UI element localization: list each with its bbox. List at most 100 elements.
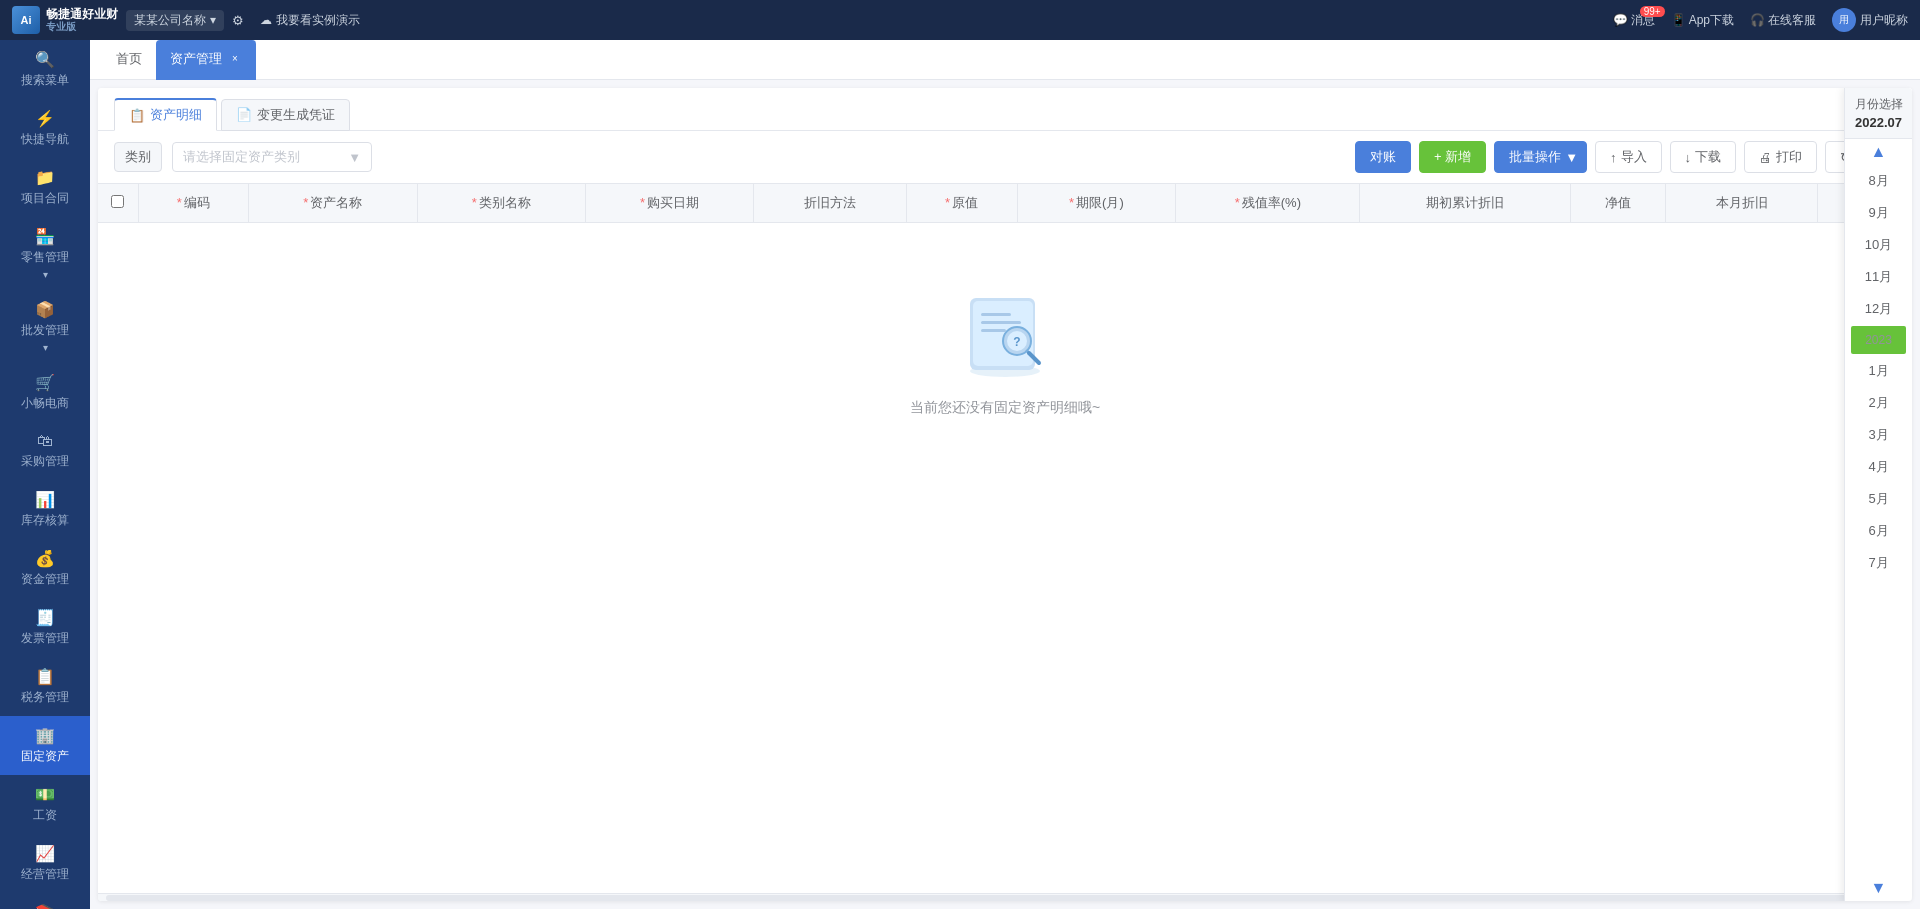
reconcile-button[interactable]: 对账 — [1355, 141, 1411, 173]
asset-detail-tab-icon: 📋 — [129, 108, 145, 123]
message-button[interactable]: 💬 消息 99+ — [1613, 12, 1655, 29]
company-selector[interactable]: 某某公司名称 ▾ — [126, 10, 224, 31]
svg-rect-4 — [981, 321, 1021, 324]
sidebar-item-inventory[interactable]: 📊 库存核算 — [0, 480, 90, 539]
print-icon: 🖨 — [1759, 150, 1772, 165]
sidebar-item-wholesale[interactable]: 📦 批发管理 ▾ — [0, 290, 90, 363]
batch-label: 批量操作 — [1509, 148, 1561, 166]
col-category: *类别名称 — [417, 184, 585, 223]
tab-home-label: 首页 — [116, 50, 142, 68]
sidebar-label-finance: 资金管理 — [21, 571, 69, 588]
online-service-button[interactable]: 🎧 在线客服 — [1750, 12, 1816, 29]
invoice-icon: 🧾 — [35, 608, 55, 627]
category-filter-select[interactable]: 请选择固定资产类别 ▼ — [172, 142, 372, 172]
table-wrapper: *编码 *资产名称 *类别名称 *购买日期 折旧方法 *原值 *期限(月) *残… — [98, 184, 1912, 893]
col-monthly-depreciation: 本月折旧 — [1665, 184, 1818, 223]
month-1[interactable]: 1月 — [1845, 355, 1912, 387]
wholesale-icon: 📦 — [35, 300, 55, 319]
main-layout: 🔍 搜索菜单 ⚡ 快捷导航 📁 项目合同 🏪 零售管理 ▾ 📦 批发管理 ▾ 🛒… — [0, 40, 1920, 909]
bottom-scrollbar[interactable] — [98, 893, 1912, 901]
sidebar-item-ecommerce[interactable]: 🛒 小畅电商 — [0, 363, 90, 422]
month-nav-up[interactable]: ▲ — [1845, 139, 1912, 165]
demo-link[interactable]: ☁ 我要看实例演示 — [260, 12, 360, 29]
app-download-button[interactable]: 📱 App下载 — [1671, 12, 1734, 29]
month-9[interactable]: 9月 — [1845, 197, 1912, 229]
tab-close-button[interactable]: × — [228, 52, 242, 66]
salary-icon: 💵 — [35, 785, 55, 804]
headset-icon: 🎧 — [1750, 13, 1765, 27]
retail-icon: 🏪 — [35, 227, 55, 246]
svg-rect-5 — [981, 329, 1006, 332]
app-download-text: App下载 — [1689, 12, 1734, 29]
search-icon: 🔍 — [35, 50, 55, 69]
sub-tab-asset-detail[interactable]: 📋 资产明细 — [114, 98, 217, 131]
tab-home[interactable]: 首页 — [102, 40, 156, 80]
month-panel-title: 月份选择 2022.07 — [1845, 88, 1912, 139]
sidebar-item-search[interactable]: 🔍 搜索菜单 — [0, 40, 90, 99]
finance-icon: 💰 — [35, 549, 55, 568]
sidebar-item-purchase[interactable]: 🛍 采购管理 — [0, 422, 90, 480]
add-button[interactable]: + 新增 — [1419, 141, 1486, 173]
empty-illustration: ? — [945, 283, 1065, 383]
filter-placeholder: 请选择固定资产类别 — [183, 148, 300, 166]
print-button[interactable]: 🖨 打印 — [1744, 141, 1817, 173]
tab-bar: 首页 资产管理 × — [90, 40, 1920, 80]
sidebar-item-invoice[interactable]: 🧾 发票管理 — [0, 598, 90, 657]
user-avatar[interactable]: 用 用户昵称 — [1832, 8, 1908, 32]
quicknav-icon: ⚡ — [35, 109, 55, 128]
retail-arrow-icon: ▾ — [43, 269, 48, 280]
phone-icon: 📱 — [1671, 13, 1686, 27]
import-button[interactable]: ↑ 导入 — [1595, 141, 1662, 173]
sidebar-item-fixed-assets[interactable]: 🏢 固定资产 — [0, 716, 90, 775]
col-purchase-date: *购买日期 — [585, 184, 753, 223]
month-4[interactable]: 4月 — [1845, 451, 1912, 483]
settings-button[interactable]: ⚙ — [232, 13, 244, 28]
month-12[interactable]: 12月 — [1845, 293, 1912, 325]
month-11[interactable]: 11月 — [1845, 261, 1912, 293]
download-label: 下载 — [1695, 148, 1721, 166]
header-right-actions: 💬 消息 99+ 📱 App下载 🎧 在线客服 用 用户昵称 — [1613, 8, 1908, 32]
avatar-circle: 用 — [1832, 8, 1856, 32]
svg-rect-3 — [981, 313, 1011, 316]
online-service-text: 在线客服 — [1768, 12, 1816, 29]
sidebar-item-salary[interactable]: 💵 工资 — [0, 775, 90, 834]
sidebar-item-finance[interactable]: 💰 资金管理 — [0, 539, 90, 598]
sidebar-item-general-ledger[interactable]: 📚 总账管理 — [0, 893, 90, 909]
month-2[interactable]: 2月 — [1845, 387, 1912, 419]
month-7[interactable]: 7月 — [1845, 547, 1912, 579]
col-name: *资产名称 — [249, 184, 417, 223]
batch-button[interactable]: 批量操作 ▼ — [1494, 141, 1587, 173]
col-code: *编码 — [138, 184, 249, 223]
sidebar-item-quick-nav[interactable]: ⚡ 快捷导航 — [0, 99, 90, 158]
sidebar-label-retail: 零售管理 — [21, 249, 69, 266]
sidebar-label-inventory: 库存核算 — [21, 512, 69, 529]
sub-tab-change-voucher[interactable]: 📄 变更生成凭证 — [221, 99, 350, 131]
fixed-assets-icon: 🏢 — [35, 726, 55, 745]
sidebar-label-ecommerce: 小畅电商 — [21, 395, 69, 412]
purchase-icon: 🛍 — [37, 432, 53, 450]
empty-state: ? 当前您还没有固定资产明细哦~ — [98, 223, 1912, 477]
sidebar-item-retail[interactable]: 🏪 零售管理 ▾ — [0, 217, 90, 290]
toolbar-right: 对账 + 新增 批量操作 ▼ ↑ 导入 ↓ 下载 — [1355, 141, 1896, 173]
sidebar-item-operations[interactable]: 📈 经营管理 — [0, 834, 90, 893]
demo-link-text: 我要看实例演示 — [276, 12, 360, 29]
download-button[interactable]: ↓ 下载 — [1670, 141, 1737, 173]
table-header-checkbox — [98, 184, 138, 223]
sidebar-item-tax[interactable]: 📋 税务管理 — [0, 657, 90, 716]
month-8[interactable]: 8月 — [1845, 165, 1912, 197]
month-10[interactable]: 10月 — [1845, 229, 1912, 261]
company-name: 某某公司名称 — [134, 12, 206, 29]
select-all-checkbox[interactable] — [111, 195, 124, 208]
month-list: 8月 9月 10月 11月 12月 2023 1月 2月 3月 4月 5月 6月… — [1845, 165, 1912, 875]
month-5[interactable]: 5月 — [1845, 483, 1912, 515]
month-3[interactable]: 3月 — [1845, 419, 1912, 451]
sidebar-label-purchase: 采购管理 — [21, 453, 69, 470]
sidebar-label-quick-nav: 快捷导航 — [21, 131, 69, 148]
sidebar-item-project[interactable]: 📁 项目合同 — [0, 158, 90, 217]
scroll-track — [106, 895, 1904, 901]
sidebar-label-salary: 工资 — [33, 807, 57, 824]
tab-asset-management[interactable]: 资产管理 × — [156, 40, 256, 80]
asset-table: *编码 *资产名称 *类别名称 *购买日期 折旧方法 *原值 *期限(月) *残… — [98, 184, 1912, 223]
month-6[interactable]: 6月 — [1845, 515, 1912, 547]
month-nav-down[interactable]: ▼ — [1845, 875, 1912, 901]
